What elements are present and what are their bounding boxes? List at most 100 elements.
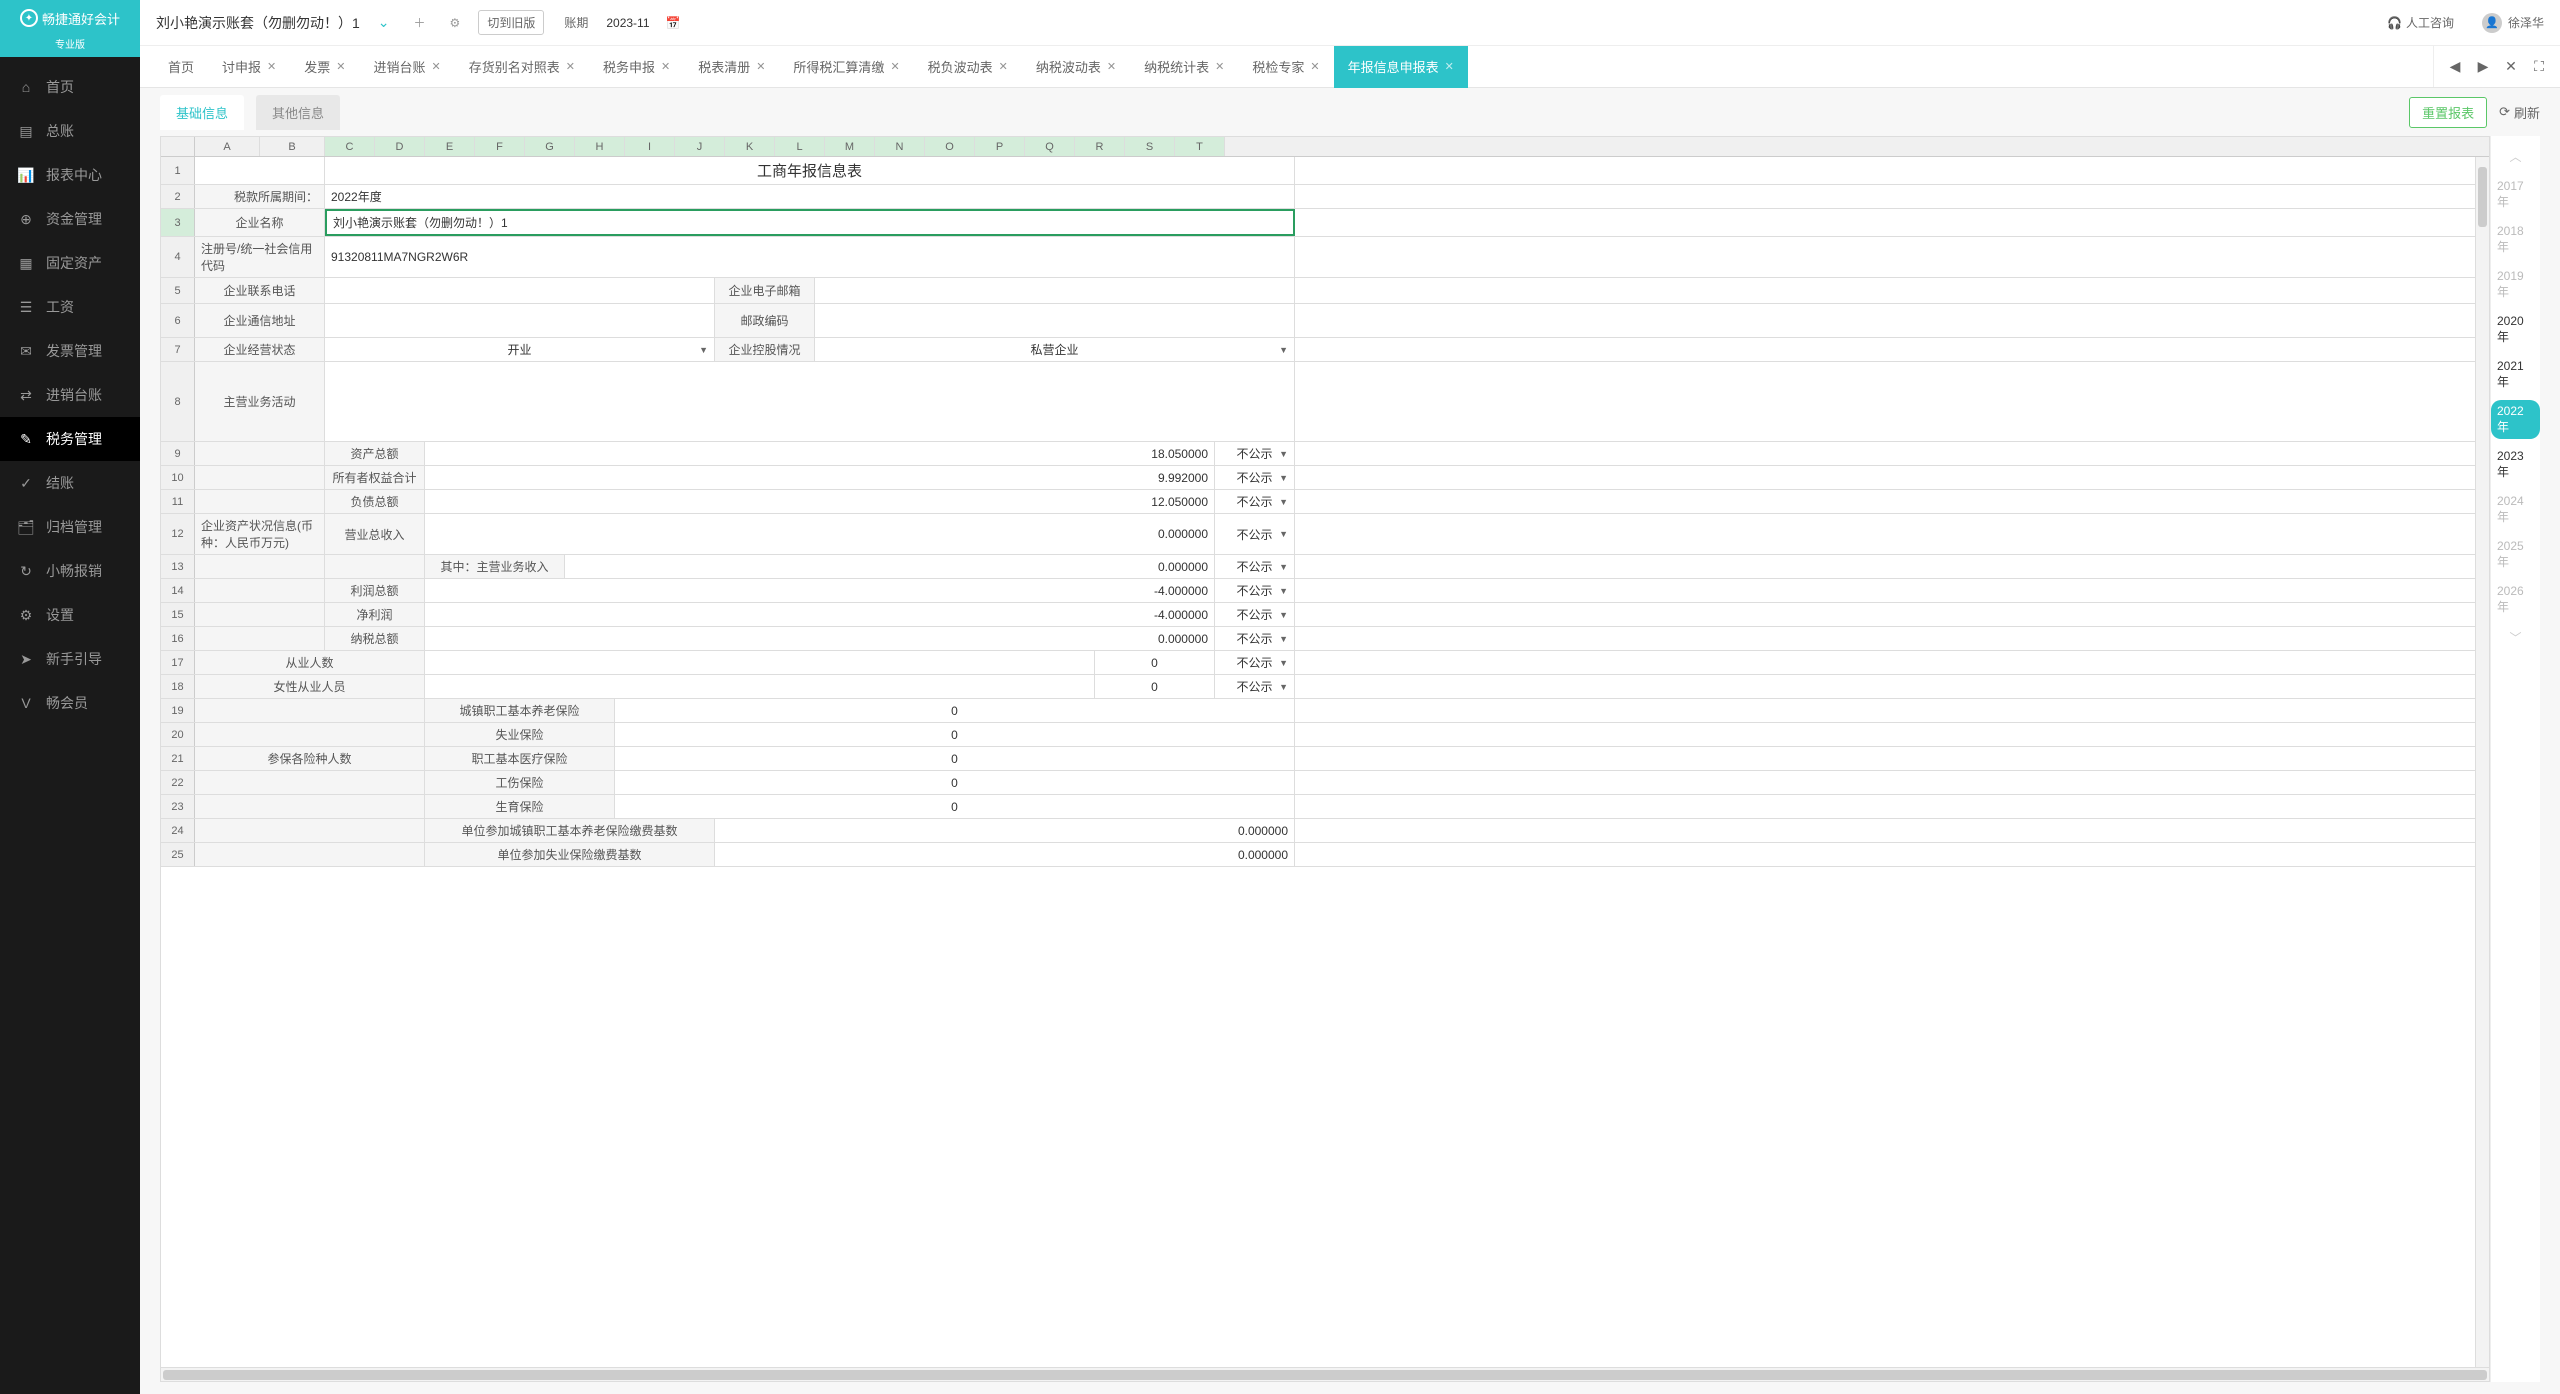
cell[interactable] [425, 675, 1095, 698]
sidebar-item-ledger[interactable]: ▤总账 [0, 109, 140, 153]
col-header[interactable]: F [475, 137, 525, 156]
close-icon[interactable]: ✕ [1445, 60, 1454, 73]
value-cell[interactable]: 18.050000 [425, 442, 1215, 465]
col-header[interactable]: S [1125, 137, 1175, 156]
row-header[interactable]: 22 [161, 771, 195, 794]
value-cell[interactable]: 0 [615, 795, 1295, 818]
row-header[interactable]: 25 [161, 843, 195, 866]
sidebar-item-guide[interactable]: ➤新手引导 [0, 637, 140, 681]
fullscreen-icon[interactable]: ⛶ [2528, 56, 2550, 78]
row-header[interactable]: 16 [161, 627, 195, 650]
row-header[interactable]: 5 [161, 278, 195, 303]
row-header[interactable]: 7 [161, 338, 195, 361]
col-header[interactable]: A [195, 137, 260, 156]
col-header[interactable]: C [325, 137, 375, 156]
col-header[interactable]: E [425, 137, 475, 156]
col-header[interactable]: P [975, 137, 1025, 156]
sidebar-item-asset[interactable]: ▦固定资产 [0, 241, 140, 285]
tab[interactable]: 年报信息申报表✕ [1334, 46, 1468, 88]
col-header[interactable]: D [375, 137, 425, 156]
value-cell[interactable]: -4.000000 [425, 579, 1215, 602]
sidebar-item-report[interactable]: 📊报表中心 [0, 153, 140, 197]
publish-select[interactable]: 不公示 [1215, 466, 1295, 489]
subtab-other[interactable]: 其他信息 [256, 95, 340, 130]
row-header[interactable]: 20 [161, 723, 195, 746]
close-icon[interactable]: ✕ [661, 60, 670, 73]
row-header[interactable]: 21 [161, 747, 195, 770]
add-icon[interactable]: ＋ [408, 14, 432, 31]
row-header[interactable]: 3 [161, 209, 195, 236]
period-value[interactable]: 2022年度 [325, 185, 1295, 208]
value-cell[interactable]: 12.050000 [425, 490, 1215, 513]
cell[interactable]: 0.000000 [715, 843, 1295, 866]
row-header[interactable]: 23 [161, 795, 195, 818]
row-header[interactable]: 4 [161, 237, 195, 277]
sidebar-item-archive[interactable]: 🗂归档管理 [0, 505, 140, 549]
sidebar-item-home[interactable]: ⌂首页 [0, 65, 140, 109]
user-menu[interactable]: 👤 徐泽华 [2482, 13, 2544, 33]
tab[interactable]: 税检专家✕ [1238, 46, 1333, 88]
value-cell[interactable]: 0 [615, 747, 1295, 770]
cell[interactable] [815, 278, 1295, 303]
col-header[interactable]: I [625, 137, 675, 156]
tab[interactable]: 所得税汇算清缴✕ [779, 46, 913, 88]
row-header[interactable]: 11 [161, 490, 195, 513]
year-option[interactable]: 2021年 [2491, 355, 2540, 394]
value-cell[interactable]: 0.000000 [425, 627, 1215, 650]
value-cell[interactable]: -4.000000 [425, 603, 1215, 626]
subtab-basic[interactable]: 基础信息 [160, 95, 244, 130]
account-selector[interactable]: 刘小艳演示账套（勿删勿动！）1 [156, 13, 360, 33]
sidebar-item-settings[interactable]: ⚙设置 [0, 593, 140, 637]
reg-no-cell[interactable]: 91320811MA7NGR2W6R [325, 237, 1295, 277]
col-header[interactable]: J [675, 137, 725, 156]
year-option[interactable]: 2026年 [2491, 580, 2540, 619]
col-header[interactable]: R [1075, 137, 1125, 156]
year-option[interactable]: 2020年 [2491, 310, 2540, 349]
cell[interactable] [325, 278, 715, 303]
row-header[interactable]: 2 [161, 185, 195, 208]
close-icon[interactable]: ✕ [756, 60, 765, 73]
sidebar-item-salary[interactable]: ☰工资 [0, 285, 140, 329]
cell[interactable]: 0.000000 [715, 819, 1295, 842]
close-icon[interactable]: ✕ [1107, 60, 1116, 73]
refresh-button[interactable]: ⟳ 刷新 [2499, 103, 2540, 122]
col-header[interactable]: G [525, 137, 575, 156]
col-header[interactable]: Q [1025, 137, 1075, 156]
publish-select[interactable]: 不公示 [1215, 490, 1295, 513]
tab[interactable]: 纳税波动表✕ [1022, 46, 1130, 88]
tab-close-all-icon[interactable]: ✕ [2500, 56, 2522, 78]
sidebar-item-close[interactable]: ✓结账 [0, 461, 140, 505]
col-header[interactable]: L [775, 137, 825, 156]
year-up-icon[interactable]: ︿ [2505, 144, 2525, 169]
gear-icon[interactable]: ⚙ [444, 16, 467, 30]
row-header[interactable]: 14 [161, 579, 195, 602]
close-icon[interactable]: ✕ [1310, 60, 1319, 73]
year-option[interactable]: 2017年 [2491, 175, 2540, 214]
row-header[interactable]: 24 [161, 819, 195, 842]
spreadsheet[interactable]: ABCDEFGHIJKLMNOPQRST 1工商年报信息表2税款所属期间：202… [160, 136, 2490, 1382]
close-icon[interactable]: ✕ [890, 60, 899, 73]
publish-select[interactable]: 不公示 [1215, 603, 1295, 626]
sidebar-item-inout[interactable]: ⇄进销台账 [0, 373, 140, 417]
sidebar-item-vip[interactable]: V畅会员 [0, 681, 140, 725]
sidebar-item-invoice[interactable]: ✉发票管理 [0, 329, 140, 373]
cell[interactable] [325, 304, 715, 337]
holding-select[interactable]: 私营企业 [815, 338, 1295, 361]
tab[interactable]: 存货别名对照表✕ [455, 46, 589, 88]
year-option[interactable]: 2022年 [2491, 400, 2540, 439]
horizontal-scrollbar[interactable] [161, 1367, 2489, 1381]
row-header[interactable]: 12 [161, 514, 195, 554]
col-header[interactable]: N [875, 137, 925, 156]
tab[interactable]: 首页 [154, 46, 208, 88]
publish-select[interactable]: 不公示 [1215, 651, 1295, 674]
close-icon[interactable]: ✕ [267, 60, 276, 73]
publish-select[interactable]: 不公示 [1215, 627, 1295, 650]
cell[interactable] [425, 651, 1095, 674]
row-header[interactable]: 18 [161, 675, 195, 698]
row-header[interactable]: 10 [161, 466, 195, 489]
close-icon[interactable]: ✕ [566, 60, 575, 73]
chevron-down-icon[interactable]: ⌄ [372, 14, 396, 31]
tab[interactable]: 进销台账✕ [359, 46, 454, 88]
value-cell[interactable]: 9.992000 [425, 466, 1215, 489]
row-header[interactable]: 6 [161, 304, 195, 337]
